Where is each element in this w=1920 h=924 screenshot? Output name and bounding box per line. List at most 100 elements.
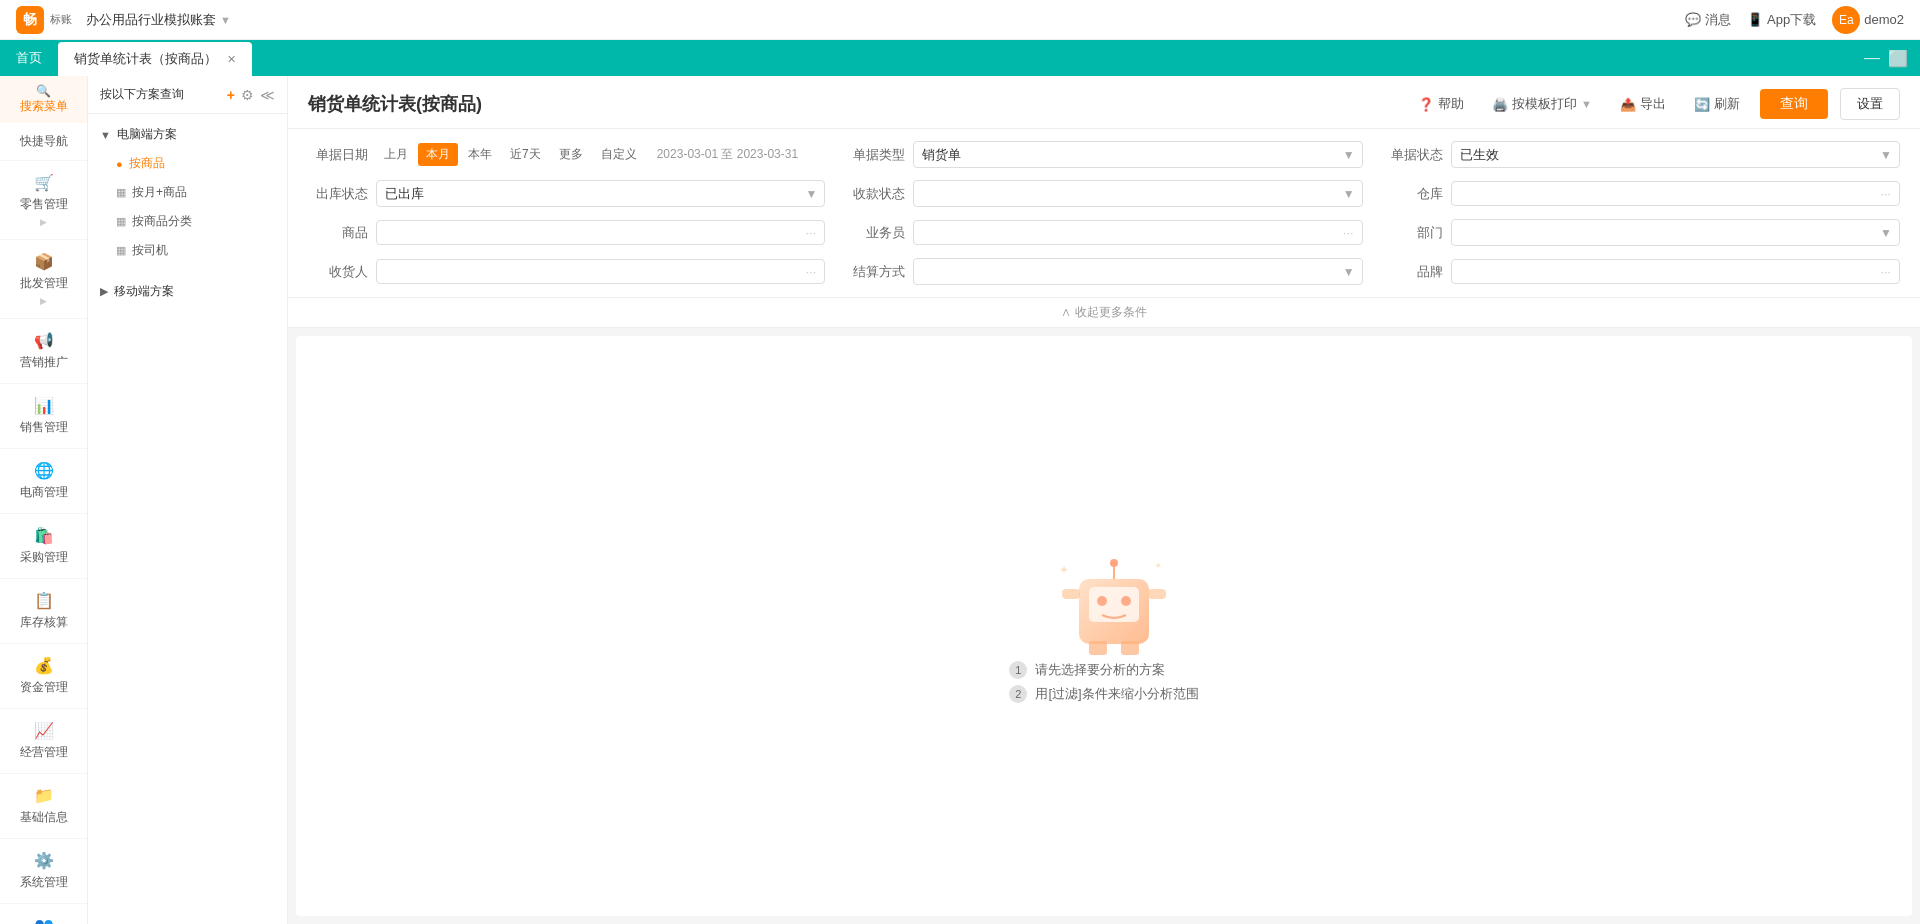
settings-label: 设置	[1857, 96, 1883, 111]
wholesale-icon: 📦	[34, 252, 54, 271]
sidebar-item-retail[interactable]: 🛒 零售管理 ▶	[0, 161, 87, 240]
salesperson-input[interactable]: ···	[913, 220, 1362, 245]
ecommerce-icon: 🌐	[34, 461, 54, 480]
message-label: 消息	[1705, 11, 1731, 29]
doctype-select[interactable]: 销货单	[913, 141, 1362, 168]
message-button[interactable]: 💬 消息	[1685, 11, 1731, 29]
doctype-label: 单据类型	[845, 146, 905, 164]
inventory-icon: 📋	[34, 591, 54, 610]
brand-dots-icon[interactable]: ···	[1880, 264, 1891, 279]
payment-select[interactable]	[913, 258, 1362, 285]
scheme-mobile-collapse-icon: ▶	[100, 285, 108, 298]
filter-doctype-item: 单据类型 销货单 ▼	[845, 141, 1362, 168]
tab-sales-stats[interactable]: 销货单统计表（按商品） ✕	[58, 42, 252, 76]
data-area: ✦ ✦ 1 请先选择要分析的方案 2 用[过滤]条件来缩小分析范围	[296, 336, 1912, 916]
app-download-button[interactable]: 📱 App下载	[1747, 11, 1816, 29]
sidebar-item-ecommerce[interactable]: 🌐 电商管理	[0, 449, 87, 514]
sidebar-quick-nav[interactable]: 快捷导航	[0, 123, 87, 161]
warehouse-input[interactable]: ···	[1451, 181, 1900, 206]
sidebar-item-inventory[interactable]: 📋 库存核算	[0, 579, 87, 644]
basic-icon: 📁	[34, 786, 54, 805]
salesperson-dots-icon[interactable]: ···	[1343, 225, 1354, 240]
wholesale-arrow-icon: ▶	[40, 296, 47, 306]
sidebar-item-marketing[interactable]: 📢 营销推广	[0, 319, 87, 384]
receiver-input[interactable]: ···	[376, 259, 825, 284]
scheme-collapse-button[interactable]: ≪	[260, 87, 275, 103]
query-button[interactable]: 查询	[1760, 89, 1828, 119]
docstatus-control: 已生效 ▼	[1451, 141, 1900, 168]
settings-button[interactable]: 设置	[1840, 88, 1900, 120]
scheme-item-by-category[interactable]: ▦ 按商品分类	[88, 207, 287, 236]
product-dots-icon[interactable]: ···	[805, 225, 816, 240]
window-maximize-icon[interactable]: ⬜	[1888, 49, 1908, 68]
ecommerce-label: 电商管理	[20, 484, 68, 501]
sidebar-item-wholesale[interactable]: 📦 批发管理 ▶	[0, 240, 87, 319]
scheme-item-product-label: 按商品	[129, 155, 165, 172]
sidebar-item-basic[interactable]: 📁 基础信息	[0, 774, 87, 839]
filter-warehouse-item: 仓库 ···	[1383, 181, 1900, 206]
enterprise-icon: 👥	[34, 916, 54, 924]
product-control: ···	[376, 220, 825, 245]
outstatus-select[interactable]: 已出库	[376, 180, 825, 207]
refresh-button[interactable]: 🔄 刷新	[1686, 91, 1748, 117]
collapse-label: ∧ 收起更多条件	[1061, 305, 1146, 319]
scheme-add-button[interactable]: +	[227, 87, 235, 103]
date-btn-more[interactable]: 更多	[551, 143, 591, 166]
sidebar-item-operation[interactable]: 📈 经营管理	[0, 709, 87, 774]
receiptstatus-label: 收款状态	[845, 185, 905, 203]
finance-label: 资金管理	[20, 679, 68, 696]
sidebar-item-system[interactable]: ⚙️ 系统管理	[0, 839, 87, 904]
scheme-desktop-label: 电脑端方案	[117, 126, 177, 143]
workspace-selector[interactable]: 办公用品行业模拟账套 ▼	[80, 9, 237, 31]
product-input[interactable]: ···	[376, 220, 825, 245]
tab-close-icon[interactable]: ✕	[227, 53, 236, 66]
filter-salesperson-item: 业务员 ···	[845, 220, 1362, 245]
help-icon: ❓	[1418, 97, 1434, 112]
retail-icon: 🛒	[34, 173, 54, 192]
scheme-panel-header: 按以下方案查询 + ⚙ ≪	[88, 76, 287, 114]
date-btn-custom[interactable]: 自定义	[593, 143, 645, 166]
user-profile[interactable]: Ea demo2	[1832, 6, 1904, 34]
warehouse-dots-icon[interactable]: ···	[1880, 186, 1891, 201]
docstatus-select[interactable]: 已生效	[1451, 141, 1900, 168]
scheme-mobile-group-header[interactable]: ▶ 移动端方案	[88, 277, 287, 306]
scheme-item-by-month-product[interactable]: ▦ 按月+商品	[88, 178, 287, 207]
export-button[interactable]: 📤 导出	[1612, 91, 1674, 117]
header-left: 畅 标账 办公用品行业模拟账套 ▼	[16, 6, 237, 34]
date-btn-this-month[interactable]: 本月	[418, 143, 458, 166]
export-label: 导出	[1640, 95, 1666, 113]
filter-receiptstatus-item: 收款状态 ▼	[845, 180, 1362, 207]
date-btn-last-month[interactable]: 上月	[376, 143, 416, 166]
outstatus-control: 已出库 ▼	[376, 180, 825, 207]
sidebar: 🔍 搜索菜单 快捷导航 🛒 零售管理 ▶ 📦 批发管理 ▶ 📢 营销推广 📊 销…	[0, 76, 88, 924]
sidebar-item-sales[interactable]: 📊 销售管理	[0, 384, 87, 449]
payment-control: ▼	[913, 258, 1362, 285]
help-button[interactable]: ❓ 帮助	[1410, 91, 1472, 117]
print-icon: 🖨️	[1492, 97, 1508, 112]
collapse-bar[interactable]: ∧ 收起更多条件	[288, 298, 1920, 328]
sidebar-item-finance[interactable]: 💰 资金管理	[0, 644, 87, 709]
receiver-dots-icon[interactable]: ···	[805, 264, 816, 279]
department-select[interactable]	[1451, 219, 1900, 246]
sidebar-search[interactable]: 🔍 搜索菜单	[0, 76, 87, 123]
receiver-label: 收货人	[308, 263, 368, 281]
scheme-item-by-product[interactable]: ● 按商品	[88, 149, 287, 178]
date-btn-this-year[interactable]: 本年	[460, 143, 500, 166]
brand-input[interactable]: ···	[1451, 259, 1900, 284]
window-minimize-icon[interactable]: —	[1864, 49, 1880, 67]
step-1-number: 1	[1009, 661, 1027, 679]
logo-area: 畅 标账	[16, 6, 72, 34]
scheme-item-by-cashier[interactable]: ▦ 按司机	[88, 236, 287, 265]
tab-home[interactable]: 首页	[0, 40, 58, 76]
date-btn-last7days[interactable]: 近7天	[502, 143, 549, 166]
scheme-mobile-group: ▶ 移动端方案	[88, 271, 287, 312]
wholesale-label: 批发管理	[20, 275, 68, 292]
print-button[interactable]: 🖨️ 按模板打印 ▼	[1484, 91, 1600, 117]
finance-icon: 💰	[34, 656, 54, 675]
scheme-settings-button[interactable]: ⚙	[241, 87, 254, 103]
sidebar-item-purchase[interactable]: 🛍️ 采购管理	[0, 514, 87, 579]
receiptstatus-select[interactable]	[913, 180, 1362, 207]
sidebar-item-enterprise[interactable]: 👥 企业协同	[0, 904, 87, 924]
payment-label: 结算方式	[845, 263, 905, 281]
scheme-desktop-group-header[interactable]: ▼ 电脑端方案	[88, 120, 287, 149]
